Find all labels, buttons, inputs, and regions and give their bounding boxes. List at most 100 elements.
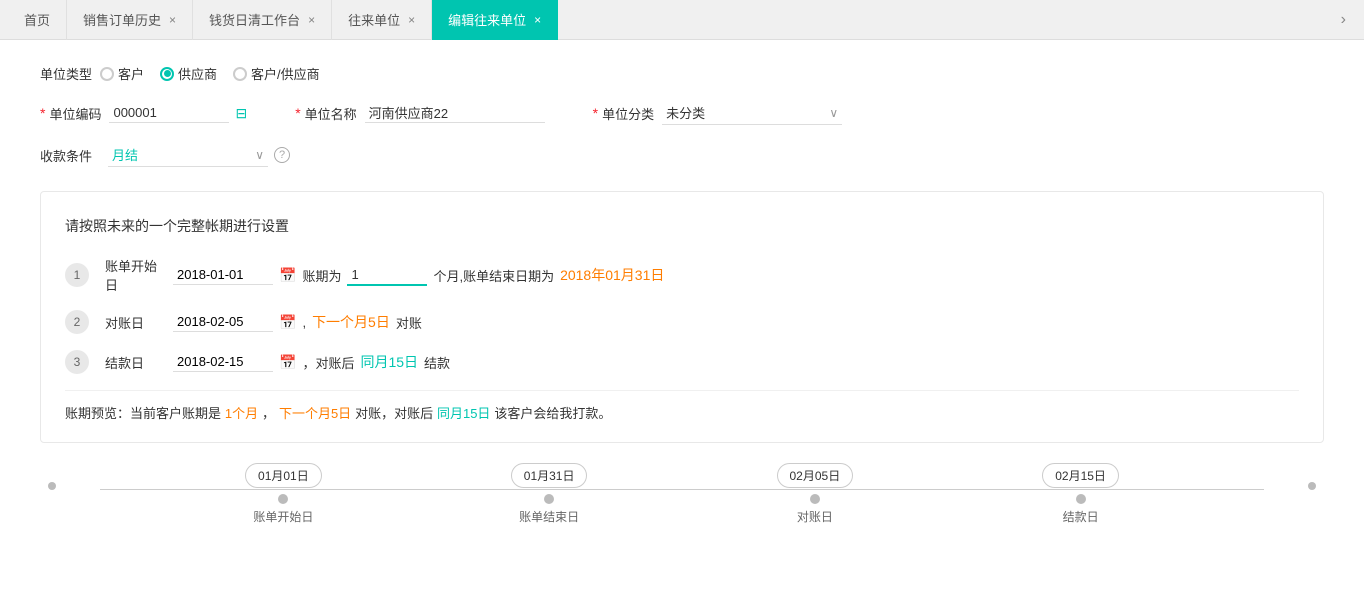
tab-sales-history-label: 销售订单历史 <box>83 10 161 29</box>
unit-type-label: 单位类型 <box>40 64 92 83</box>
radio-customer[interactable]: 客户 <box>100 64 144 83</box>
timeline-badge-4: 02月15日 <box>1042 463 1119 488</box>
tab-cash-reconcile-close[interactable]: × <box>308 13 315 27</box>
period-num-1: 1 <box>65 263 89 287</box>
timeline-right-edge <box>1308 463 1316 490</box>
name-required-star: * <box>295 105 300 121</box>
payment-help-icon[interactable]: ? <box>274 147 290 163</box>
tab-cash-reconcile-label: 钱货日清工作台 <box>209 10 300 29</box>
period-row2-suffix: 对账 <box>396 313 422 332</box>
period-row3-highlight: 同月15日 <box>360 352 418 372</box>
code-name-category-row: * 单位编码 ⊟ * 单位名称 * 单位分类 未分类 ∨ <box>40 101 1324 125</box>
timeline-label-3: 对账日 <box>797 508 833 525</box>
code-copy-icon[interactable]: ⊟ <box>235 105 247 122</box>
timeline-dot-2 <box>544 494 554 504</box>
timeline-container: 01月01日 账单开始日 01月31日 账单结束日 02月05日 对账日 02月… <box>40 463 1324 525</box>
period-row2-highlight: 下一个月5日 <box>312 312 390 332</box>
timeline-node-3: 02月05日 对账日 <box>777 463 854 525</box>
tab-cash-reconcile[interactable]: 钱货日清工作台 × <box>193 0 332 40</box>
preview-suffix: 该客户会给我打款。 <box>494 406 611 421</box>
timeline-dot-4 <box>1076 494 1086 504</box>
period-months-input[interactable] <box>347 265 427 286</box>
tabs-bar: 首页 销售订单历史 × 钱货日清工作台 × 往来单位 × 编辑往来单位 × › <box>0 0 1364 40</box>
radio-customer-supplier[interactable]: 客户/供应商 <box>233 64 320 83</box>
tab-partner-units[interactable]: 往来单位 × <box>332 0 432 40</box>
period-row-3: 3 结款日 📅 ，对账后 同月15日 结款 <box>65 350 1299 374</box>
timeline-label-2: 账单结束日 <box>519 508 579 525</box>
radio-supplier-circle <box>160 67 174 81</box>
name-input[interactable] <box>365 103 545 123</box>
timeline-dot-3 <box>810 494 820 504</box>
tab-edit-partner-close[interactable]: × <box>534 13 541 27</box>
category-value: 未分类 <box>666 103 821 122</box>
preview-part2: 下一个月5日 <box>279 406 351 421</box>
timeline-edge-dot-left <box>48 482 56 490</box>
radio-customer-supplier-circle <box>233 67 247 81</box>
period-row1-end-date: 2018年01月31日 <box>560 265 664 285</box>
timeline-edge-dot-right <box>1308 482 1316 490</box>
payment-label: 收款条件 <box>40 146 92 165</box>
period-row2-prefix: , <box>302 315 306 330</box>
tab-edit-partner[interactable]: 编辑往来单位 × <box>432 0 558 40</box>
category-chevron-icon: ∨ <box>829 106 838 120</box>
preview-part1: 1个月 <box>225 406 258 421</box>
name-field-group: * 单位名称 <box>295 103 544 123</box>
period-box: 请按照未来的一个完整帐期进行设置 1 账单开始日 📅 账期为 个月,账单结束日期… <box>40 191 1324 443</box>
code-required-star: * <box>40 105 45 121</box>
period-date-input-2[interactable] <box>173 312 273 332</box>
preview-part3: 同月15日 <box>437 406 490 421</box>
radio-supplier-label: 供应商 <box>178 64 217 83</box>
period-field-label-2: 对账日 <box>105 313 161 332</box>
period-row1-text1: 账期为 <box>302 266 341 285</box>
main-content: 单位类型 客户 供应商 客户/供应商 * 单位编码 ⊟ * <box>0 40 1364 608</box>
period-title: 请按照未来的一个完整帐期进行设置 <box>65 216 1299 236</box>
period-calendar-icon-2[interactable]: 📅 <box>279 314 296 331</box>
code-input[interactable] <box>109 103 229 123</box>
timeline-node-2: 01月31日 账单结束日 <box>511 463 588 525</box>
payment-chevron-icon: ∨ <box>255 148 264 162</box>
timeline-label-1: 账单开始日 <box>253 508 313 525</box>
category-label: 单位分类 <box>602 104 654 123</box>
period-calendar-icon-1[interactable]: 📅 <box>279 267 296 284</box>
radio-customer-label: 客户 <box>118 64 144 83</box>
tab-more-button[interactable]: › <box>1331 11 1356 29</box>
timeline-badge-2: 01月31日 <box>511 463 588 488</box>
unit-type-row: 单位类型 客户 供应商 客户/供应商 <box>40 64 1324 83</box>
preview-mid: 对账，对账后 <box>355 406 433 421</box>
timeline-nodes: 01月01日 账单开始日 01月31日 账单结束日 02月05日 对账日 02月… <box>64 463 1300 525</box>
period-date-input-1[interactable] <box>173 265 273 285</box>
payment-select[interactable]: 月结 ∨ <box>108 143 268 167</box>
timeline-left-edge <box>48 463 56 490</box>
preview-prefix: 账期预览：当前客户账期是 <box>65 406 221 421</box>
radio-customer-supplier-label: 客户/供应商 <box>251 64 320 83</box>
period-row-1: 1 账单开始日 📅 账期为 个月,账单结束日期为 2018年01月31日 <box>65 256 1299 294</box>
timeline-badge-3: 02月05日 <box>777 463 854 488</box>
radio-customer-circle <box>100 67 114 81</box>
tab-home-label: 首页 <box>24 10 50 29</box>
tab-partner-units-label: 往来单位 <box>348 10 400 29</box>
name-label: 单位名称 <box>305 104 357 123</box>
category-field-group: * 单位分类 未分类 ∨ <box>593 101 842 125</box>
payment-row: 收款条件 月结 ∨ ? <box>40 143 1324 167</box>
code-label: 单位编码 <box>49 104 101 123</box>
tab-edit-partner-label: 编辑往来单位 <box>448 10 526 29</box>
radio-supplier[interactable]: 供应商 <box>160 64 217 83</box>
timeline-badge-1: 01月01日 <box>245 463 322 488</box>
period-row-2: 2 对账日 📅 , 下一个月5日 对账 <box>65 310 1299 334</box>
tab-partner-units-close[interactable]: × <box>408 13 415 27</box>
period-row3-prefix: ，对账后 <box>302 353 354 372</box>
period-row1-text2: 个月,账单结束日期为 <box>433 266 554 285</box>
timeline-label-4: 结款日 <box>1063 508 1099 525</box>
period-date-input-3[interactable] <box>173 352 273 372</box>
preview-sep1: ， <box>262 406 275 421</box>
timeline-node-1: 01月01日 账单开始日 <box>245 463 322 525</box>
tab-sales-history-close[interactable]: × <box>169 13 176 27</box>
period-num-2: 2 <box>65 310 89 334</box>
timeline-node-4: 02月15日 结款日 <box>1042 463 1119 525</box>
timeline-dot-1 <box>278 494 288 504</box>
tab-sales-history[interactable]: 销售订单历史 × <box>67 0 193 40</box>
period-calendar-icon-3[interactable]: 📅 <box>279 354 296 371</box>
tab-home[interactable]: 首页 <box>8 0 67 40</box>
category-select[interactable]: 未分类 ∨ <box>662 101 842 125</box>
code-field-group: * 单位编码 ⊟ <box>40 103 247 123</box>
